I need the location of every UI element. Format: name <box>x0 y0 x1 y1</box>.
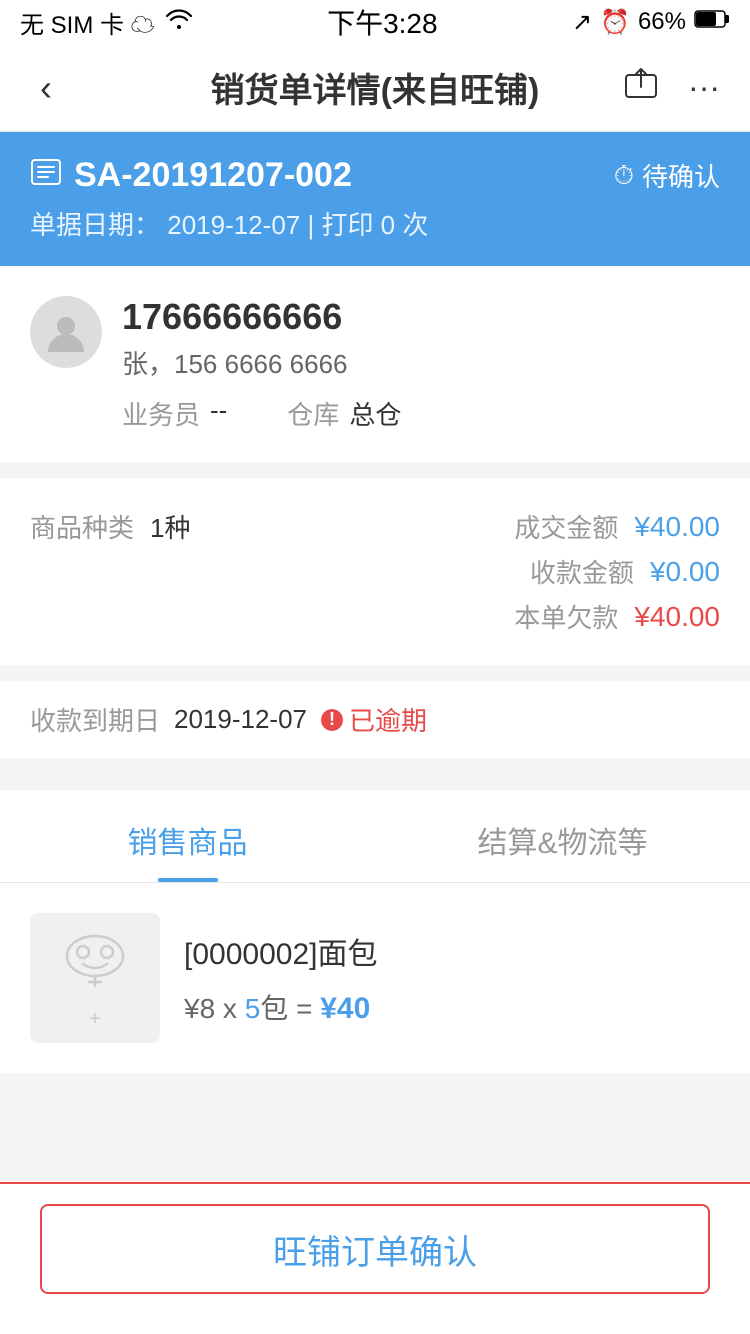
product-type-row: 商品种类 1种 <box>30 508 190 545</box>
share-icon[interactable] <box>624 67 658 109</box>
status-right: ↗ ⏰ 66% <box>572 8 730 37</box>
product-item: + [0000002]面包 ¥8 x 5包 = ¥40 <box>30 913 720 1043</box>
location-icon: ↗ <box>572 8 592 37</box>
status-clock-icon: ⏱ <box>614 160 634 192</box>
summary-left: 商品种类 1种 <box>30 508 190 545</box>
divider <box>0 774 750 790</box>
amount-row-2: 本单欠款 ¥40.00 <box>514 598 720 635</box>
tab-sales-product[interactable]: 销售商品 <box>0 790 375 882</box>
nav-bar: ‹ 销货单详情(来自旺铺) ··· <box>0 44 750 132</box>
summary-card: 商品种类 1种 成交金额 ¥40.00 收款金额 ¥0.00 本单欠款 ¥40.… <box>0 478 750 665</box>
order-id: SA-20191207-002 <box>30 156 352 195</box>
price-text: ¥8 x <box>184 993 245 1024</box>
amount-label-1: 收款金额 <box>530 553 634 590</box>
battery-level: 66% <box>638 8 686 36</box>
amount-row-1: 收款金额 ¥0.00 <box>530 553 720 590</box>
date-label: 单据日期： <box>30 210 160 240</box>
tabs: 销售商品 结算&物流等 <box>0 790 750 883</box>
status-bar: 无 SIM 卡 ☁ 下午3:28 ↗ ⏰ 66% <box>0 0 750 44</box>
amount-value-2: ¥40.00 <box>634 601 720 633</box>
page-title: 销货单详情(来自旺铺) <box>211 63 540 112</box>
order-status: ⏱ 待确认 <box>614 157 720 194</box>
product-qty: 5 <box>245 993 261 1024</box>
status-text: 待确认 <box>642 157 720 194</box>
product-name: [0000002]面包 <box>184 929 720 973</box>
product-details: [0000002]面包 ¥8 x 5包 = ¥40 <box>184 929 720 1027</box>
due-label: 收款到期日 <box>30 701 160 738</box>
warehouse-value: 总仓 <box>349 395 401 432</box>
customer-info: 17666666666 张，156 6666 6666 业务员 -- 仓库 总仓 <box>122 296 720 432</box>
warehouse-info: 仓库 总仓 <box>287 395 401 432</box>
amount-label-2: 本单欠款 <box>514 598 618 635</box>
amount-value-0: ¥40.00 <box>634 511 720 543</box>
customer-phone: 17666666666 <box>122 296 720 338</box>
sim-status: 无 SIM 卡 ☁ <box>20 5 155 40</box>
product-type-value: 1种 <box>150 508 190 545</box>
product-logo-subtitle: + <box>89 1008 101 1031</box>
amount-value-1: ¥0.00 <box>650 556 720 588</box>
amount-label-0: 成交金额 <box>514 508 618 545</box>
customer-meta: 业务员 -- 仓库 总仓 <box>122 395 720 432</box>
order-header: SA-20191207-002 ⏱ 待确认 单据日期： 2019-12-07 |… <box>0 132 750 266</box>
product-total: ¥40 <box>320 992 370 1025</box>
sales-label: 业务员 <box>122 395 200 432</box>
product-code: [0000002] <box>184 938 317 971</box>
more-icon[interactable]: ··· <box>688 69 720 106</box>
order-icon <box>30 156 62 195</box>
wifi-icon <box>165 8 193 36</box>
product-logo <box>55 926 135 1004</box>
confirm-button[interactable]: 旺铺订单确认 <box>40 1204 710 1294</box>
nav-actions: ··· <box>624 67 720 109</box>
product-price: ¥8 x 5包 = ¥40 <box>184 987 720 1027</box>
due-date: 2019-12-07 <box>174 704 307 735</box>
order-date: 2019-12-07 <box>167 210 300 240</box>
status-left: 无 SIM 卡 ☁ <box>20 5 193 40</box>
battery-icon <box>694 8 730 36</box>
bottom-bar: 旺铺订单确认 <box>0 1182 750 1334</box>
sales-info: 业务员 -- <box>122 395 227 432</box>
sales-value: -- <box>210 395 227 432</box>
overdue-text: 已逾期 <box>349 701 427 738</box>
product-section: + [0000002]面包 ¥8 x 5包 = ¥40 <box>0 883 750 1073</box>
amount-row-0: 成交金额 ¥40.00 <box>514 508 720 545</box>
overdue-dot-icon: ! <box>321 709 343 731</box>
product-thumbnail: + <box>30 913 160 1043</box>
overdue-badge: ! 已逾期 <box>321 701 427 738</box>
status-time: 下午3:28 <box>327 2 438 42</box>
avatar <box>30 296 102 368</box>
tab-settlement[interactable]: 结算&物流等 <box>375 790 750 882</box>
print-info: | 打印 0 次 <box>307 210 428 240</box>
product-type-label: 商品种类 <box>30 508 134 545</box>
customer-card: 17666666666 张，156 6666 6666 业务员 -- 仓库 总仓 <box>0 266 750 462</box>
back-button[interactable]: ‹ <box>30 57 62 119</box>
due-date-section: 收款到期日 2019-12-07 ! 已逾期 <box>0 681 750 758</box>
customer-name: 张，156 6666 6666 <box>122 344 720 381</box>
summary-right: 成交金额 ¥40.00 收款金额 ¥0.00 本单欠款 ¥40.00 <box>514 508 720 635</box>
warehouse-label: 仓库 <box>287 395 339 432</box>
alarm-icon: ⏰ <box>600 8 630 37</box>
order-date-row: 单据日期： 2019-12-07 | 打印 0 次 <box>30 205 720 242</box>
